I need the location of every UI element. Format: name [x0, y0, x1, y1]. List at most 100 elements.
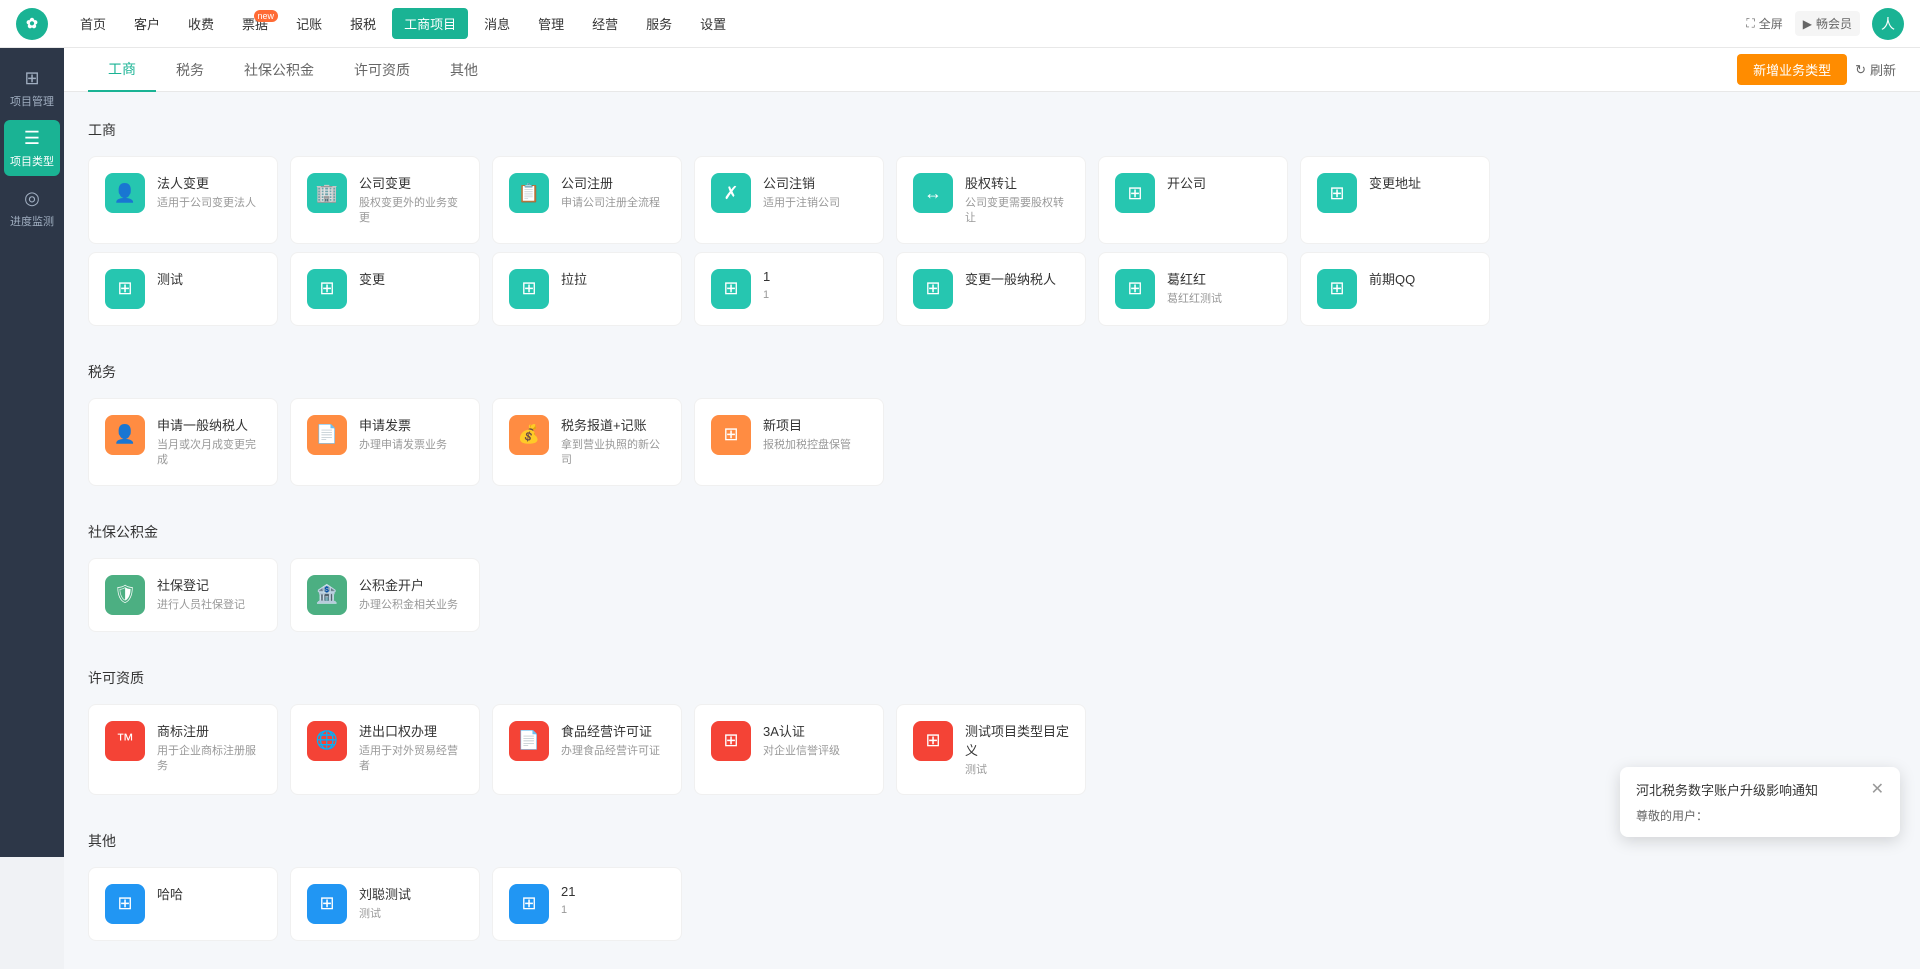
card-shuiwu-baodao[interactable]: 💰 税务报道+记账 拿到营业执照的新公司	[492, 398, 682, 486]
card-qianqi-qq[interactable]: ⊞ 前期QQ	[1300, 252, 1490, 326]
card-desc: 报税加税控盘保管	[763, 438, 867, 453]
card-shangbiao-zhuce[interactable]: ™ 商标注册 用于企业商标注册服务	[88, 704, 278, 795]
card-guquan-zhuanrang[interactable]: ↔ 股权转让 公司变更需要股权转让	[896, 156, 1086, 244]
card-shenqing-fapiao[interactable]: 📄 申请发票 办理申请发票业务	[290, 398, 480, 486]
refresh-icon: ↻	[1855, 62, 1866, 78]
card-gongsi-zhuce[interactable]: 📋 公司注册 申请公司注册全流程	[492, 156, 682, 244]
content-area: 工商 👤 法人变更 适用于公司变更法人 🏢 公司变更 股权变更外的业务变更 📋	[64, 92, 1920, 969]
sidebar-item-project-manage[interactable]: ⊞ 项目管理	[4, 60, 60, 116]
nav-item-manage[interactable]: 管理	[526, 8, 576, 39]
card-faziren-biangeng[interactable]: 👤 法人变更 适用于公司变更法人	[88, 156, 278, 244]
sidebar-item-progress[interactable]: ◎ 进度监测	[4, 180, 60, 236]
add-business-type-button[interactable]: 新增业务类型	[1737, 54, 1847, 85]
card-icon: ⊞	[711, 269, 751, 309]
card-icon: 🌐	[307, 721, 347, 761]
cards-grid-gongshang2: ⊞ 测试 ⊞ 变更 ⊞ 拉拉 ⊞	[88, 252, 1896, 326]
card-desc: 办理申请发票业务	[359, 438, 463, 453]
tab-qita[interactable]: 其他	[430, 48, 498, 92]
card-desc: 适用于注销公司	[763, 196, 867, 211]
fullscreen-label: 全屏	[1759, 15, 1783, 32]
card-3a-renzheng[interactable]: ⊞ 3A认证 对企业信誉评级	[694, 704, 884, 795]
avatar[interactable]: 人	[1872, 8, 1904, 40]
card-title: 变更	[359, 269, 463, 288]
nav-item-home[interactable]: 首页	[68, 8, 118, 39]
nav-item-client[interactable]: 客户	[122, 8, 172, 39]
card-desc: 申请公司注册全流程	[561, 196, 665, 211]
card-title: 公司注册	[561, 173, 665, 192]
card-shipin-xuke[interactable]: 📄 食品经营许可证 办理食品经营许可证	[492, 704, 682, 795]
card-icon: ⊞	[509, 269, 549, 309]
card-icon: ⊞	[913, 721, 953, 761]
card-desc: 用于企业商标注册服务	[157, 744, 261, 775]
card-gehonghong[interactable]: ⊞ 葛红红 葛红红测试	[1098, 252, 1288, 326]
card-icon: ⊞	[509, 884, 549, 924]
nav-item-service[interactable]: 服务	[634, 8, 684, 39]
card-icon: ✗	[711, 173, 751, 213]
tab-shuiwu[interactable]: 税务	[156, 48, 224, 92]
logo[interactable]: ✿	[16, 8, 48, 40]
card-gongsi-zhuxiao[interactable]: ✗ 公司注销 适用于注销公司	[694, 156, 884, 244]
card-title: 公积金开户	[359, 575, 463, 594]
card-desc: 当月或次月成变更完成	[157, 438, 261, 469]
nav-item-message[interactable]: 消息	[472, 8, 522, 39]
card-icon: ⊞	[1317, 173, 1357, 213]
card-ceshi-xuke[interactable]: ⊞ 测试项目类型目定义 测试	[896, 704, 1086, 795]
card-desc: 办理食品经营许可证	[561, 744, 665, 759]
card-desc: 适用于公司变更法人	[157, 196, 261, 211]
tab-gongshang[interactable]: 工商	[88, 48, 156, 92]
card-title: 食品经营许可证	[561, 721, 665, 740]
card-title: 开公司	[1167, 173, 1271, 192]
nav-item-settings[interactable]: 设置	[688, 8, 738, 39]
notification-popup: 河北税务数字账户升级影响通知 ✕ 尊敬的用户：	[1620, 767, 1900, 837]
sidebar-item-label: 项目管理	[10, 93, 54, 109]
member-icon: ▶	[1803, 17, 1812, 31]
card-desc: 拿到营业执照的新公司	[561, 438, 665, 469]
tab-xuke[interactable]: 许可资质	[334, 48, 430, 92]
card-icon: ⊞	[307, 269, 347, 309]
card-1[interactable]: ⊞ 1 1	[694, 252, 884, 326]
card-gjj-kaihu[interactable]: 🏦 公积金开户 办理公积金相关业务	[290, 558, 480, 632]
nav-item-bizproject[interactable]: 工商项目	[392, 8, 468, 39]
nav-item-bookkeeping[interactable]: 记账	[284, 8, 334, 39]
card-title: 哈哈	[157, 884, 261, 903]
nav-item-fee[interactable]: 收费	[176, 8, 226, 39]
fullscreen-icon: ⛶	[1746, 16, 1754, 31]
card-jinchuko-banli[interactable]: 🌐 进出口权办理 适用于对外贸易经营者	[290, 704, 480, 795]
card-gongsi-biangeng[interactable]: 🏢 公司变更 股权变更外的业务变更	[290, 156, 480, 244]
card-kai-gongsi[interactable]: ⊞ 开公司	[1098, 156, 1288, 244]
tab-bar: 工商 税务 社保公积金 许可资质 其他 新增业务类型 ↻ 刷新	[64, 48, 1920, 92]
card-icon: 💰	[509, 415, 549, 455]
card-icon: ™	[105, 721, 145, 761]
member-button[interactable]: ▶ 畅会员	[1795, 11, 1860, 36]
refresh-label: 刷新	[1870, 60, 1896, 79]
project-type-icon: ☰	[24, 128, 40, 149]
cards-grid-gongshang: 👤 法人变更 适用于公司变更法人 🏢 公司变更 股权变更外的业务变更 📋 公司注…	[88, 156, 1896, 244]
card-icon: ⊞	[1115, 173, 1155, 213]
tab-shebao[interactable]: 社保公积金	[224, 48, 334, 92]
sidebar-item-project-type[interactable]: ☰ 项目类型	[4, 120, 60, 176]
card-title: 测试项目类型目定义	[965, 721, 1069, 759]
refresh-button[interactable]: ↻ 刷新	[1855, 60, 1896, 79]
card-title: 进出口权办理	[359, 721, 463, 740]
card-biangeng[interactable]: ⊞ 变更	[290, 252, 480, 326]
card-shebao-dengji[interactable]: 🛡 社保登记 进行人员社保登记	[88, 558, 278, 632]
nav-item-tax[interactable]: 报税	[338, 8, 388, 39]
card-biangeng-nashui[interactable]: ⊞ 变更一般纳税人	[896, 252, 1086, 326]
tab-actions: 新增业务类型 ↻ 刷新	[1737, 54, 1896, 85]
card-ceshi[interactable]: ⊞ 测试	[88, 252, 278, 326]
card-liucong-ceshi[interactable]: ⊞ 刘聪测试 测试	[290, 867, 480, 941]
card-21[interactable]: ⊞ 21 1	[492, 867, 682, 941]
card-desc: 公司变更需要股权转让	[965, 196, 1069, 227]
nav-item-ticket[interactable]: 票据new	[230, 8, 280, 39]
card-shenqing-nashui[interactable]: 👤 申请一般纳税人 当月或次月成变更完成	[88, 398, 278, 486]
card-xin-xiangmu[interactable]: ⊞ 新项目 报税加税控盘保管	[694, 398, 884, 486]
card-haha[interactable]: ⊞ 哈哈	[88, 867, 278, 941]
card-title: 测试	[157, 269, 261, 288]
fullscreen-button[interactable]: ⛶ 全屏	[1746, 15, 1782, 32]
card-lala[interactable]: ⊞ 拉拉	[492, 252, 682, 326]
card-icon: 👤	[105, 415, 145, 455]
nav-item-operation[interactable]: 经营	[580, 8, 630, 39]
card-biangeng-dizhi[interactable]: ⊞ 变更地址	[1300, 156, 1490, 244]
card-desc: 办理公积金相关业务	[359, 598, 463, 613]
notification-close-button[interactable]: ✕	[1871, 779, 1884, 799]
